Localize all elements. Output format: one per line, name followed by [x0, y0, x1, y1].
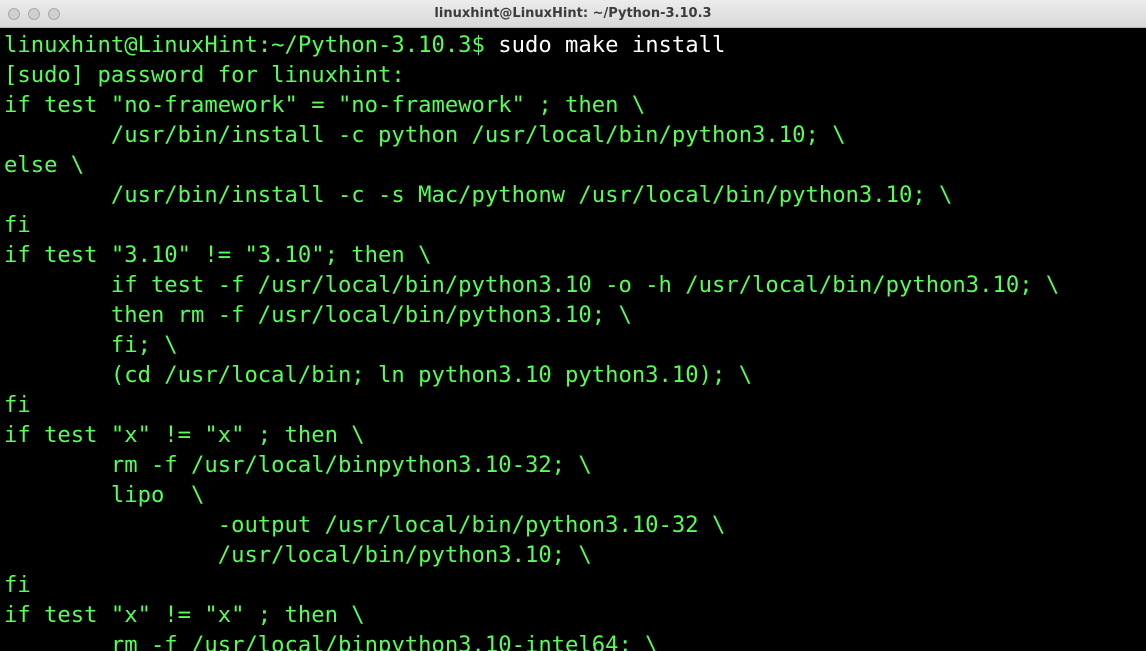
minimize-icon[interactable] — [28, 8, 40, 20]
command-input[interactable]: sudo make install — [498, 32, 725, 58]
window-title: linuxhint@LinuxHint: ~/Python-3.10.3 — [434, 6, 711, 21]
terminal-window: linuxhint@LinuxHint: ~/Python-3.10.3 lin… — [0, 0, 1146, 651]
window-controls — [8, 8, 60, 20]
maximize-icon[interactable] — [48, 8, 60, 20]
terminal-output: [sudo] password for linuxhint: if test "… — [4, 62, 1059, 651]
titlebar[interactable]: linuxhint@LinuxHint: ~/Python-3.10.3 — [0, 0, 1146, 28]
terminal-viewport[interactable]: linuxhint@LinuxHint:~/Python-3.10.3$ sud… — [0, 28, 1146, 651]
close-icon[interactable] — [8, 8, 20, 20]
prompt-path: ~/Python-3.10.3 — [271, 32, 471, 58]
prompt-sigil: $ — [472, 32, 485, 58]
prompt-user-host: linuxhint@LinuxHint — [4, 32, 258, 58]
prompt-sep: : — [258, 32, 271, 58]
